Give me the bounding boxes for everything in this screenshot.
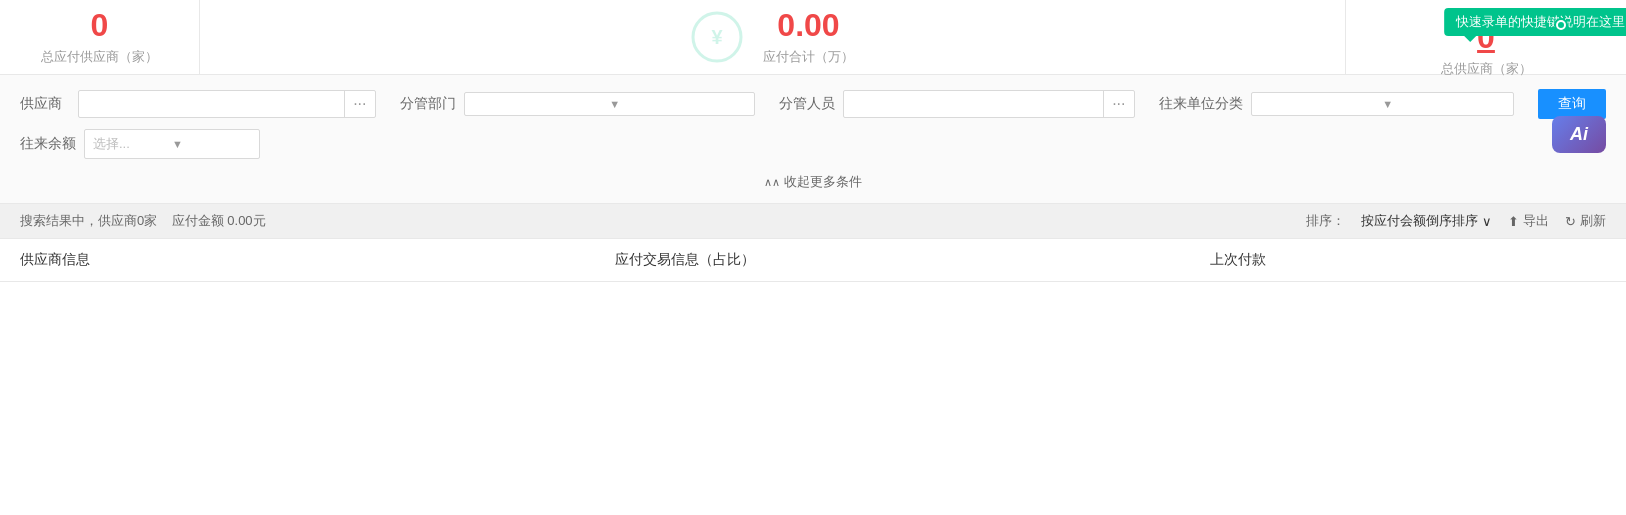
payable-icon: ¥ bbox=[691, 11, 743, 63]
export-button[interactable]: ⬆ 导出 bbox=[1508, 212, 1549, 230]
tooltip-indicator-dot bbox=[1556, 20, 1566, 30]
unit-category-filter: 往来单位分类 ▼ bbox=[1159, 92, 1515, 116]
collapse-up-icon: ∧∧ bbox=[764, 176, 780, 189]
unit-category-select[interactable]: ▼ bbox=[1251, 92, 1515, 116]
sort-value: 按应付会额倒序排序 bbox=[1361, 212, 1478, 230]
total-suppliers-stat: 快速录单的快捷键说明在这里 × 0 总供应商（家） bbox=[1346, 0, 1626, 74]
person-label: 分管人员 bbox=[779, 95, 835, 113]
tooltip-text: 快速录单的快捷键说明在这里 bbox=[1456, 13, 1625, 31]
result-summary: 搜索结果中，供应商0家 应付金额 0.00元 bbox=[20, 212, 266, 230]
table-header: 供应商信息 应付交易信息（占比） 上次付款 bbox=[0, 239, 1626, 282]
total-payable-suppliers-label: 总应付供应商（家） bbox=[41, 48, 158, 66]
person-input-wrapper: ··· bbox=[843, 90, 1135, 118]
total-payable-suppliers-stat: 0 总应付供应商（家） bbox=[0, 0, 200, 74]
balance-label: 往来余额 bbox=[20, 135, 76, 153]
balance-filter: 往来余额 选择... ▼ bbox=[20, 129, 260, 159]
balance-select-placeholder: 选择... bbox=[93, 135, 172, 153]
payable-total-label: 应付合计（万） bbox=[763, 48, 854, 66]
payable-total-stat: ¥ 0.00 应付合计（万） bbox=[200, 0, 1346, 74]
export-label: 导出 bbox=[1523, 212, 1549, 230]
result-bar: 搜索结果中，供应商0家 应付金额 0.00元 排序： 按应付会额倒序排序 ∨ ⬆… bbox=[0, 204, 1626, 239]
svg-text:¥: ¥ bbox=[711, 26, 723, 48]
filter-row-2: 往来余额 选择... ▼ bbox=[20, 129, 1606, 159]
supplier-input-wrapper: ··· bbox=[78, 90, 376, 118]
collapse-label: 收起更多条件 bbox=[784, 173, 862, 191]
department-label: 分管部门 bbox=[400, 95, 456, 113]
refresh-button[interactable]: ↻ 刷新 bbox=[1565, 212, 1606, 230]
shortcut-tooltip: 快速录单的快捷键说明在这里 × bbox=[1444, 8, 1626, 36]
col-payable-info-header: 应付交易信息（占比） bbox=[615, 251, 1210, 269]
collapse-button[interactable]: ∧∧ 收起更多条件 bbox=[748, 169, 878, 195]
department-arrow-icon: ▼ bbox=[609, 98, 746, 110]
person-dots-btn[interactable]: ··· bbox=[1103, 91, 1133, 117]
table-body bbox=[0, 282, 1626, 515]
result-bar-right: 排序： 按应付会额倒序排序 ∨ ⬆ 导出 ↻ 刷新 bbox=[1306, 212, 1606, 230]
col-last-payment-header: 上次付款 bbox=[1210, 251, 1607, 269]
filters-area: 供应商 ··· 分管部门 ▼ 分管人员 ··· 往来单位分 bbox=[0, 75, 1626, 204]
sort-label: 排序： bbox=[1306, 212, 1345, 230]
person-input[interactable] bbox=[844, 92, 1103, 117]
total-payable-suppliers-number: 0 bbox=[91, 8, 109, 43]
sort-select[interactable]: 按应付会额倒序排序 ∨ bbox=[1361, 212, 1492, 230]
col-supplier-info-header: 供应商信息 bbox=[20, 251, 615, 269]
supplier-label: 供应商 bbox=[20, 95, 70, 113]
balance-arrow-icon: ▼ bbox=[172, 138, 251, 150]
ai-badge-button[interactable]: Ai bbox=[1552, 116, 1606, 153]
filter-row-1: 供应商 ··· 分管部门 ▼ 分管人员 ··· 往来单位分 bbox=[20, 89, 1606, 119]
result-summary-text: 搜索结果中，供应商0家 bbox=[20, 213, 157, 228]
total-suppliers-label: 总供应商（家） bbox=[1441, 60, 1532, 78]
payable-total-number: 0.00 bbox=[777, 8, 839, 43]
result-amount-text: 应付金额 0.00元 bbox=[172, 213, 266, 228]
balance-select[interactable]: 选择... ▼ bbox=[84, 129, 260, 159]
person-filter: 分管人员 ··· bbox=[779, 90, 1135, 118]
refresh-label: 刷新 bbox=[1580, 212, 1606, 230]
sort-arrow-icon: ∨ bbox=[1482, 214, 1492, 229]
department-select[interactable]: ▼ bbox=[464, 92, 756, 116]
unit-category-label: 往来单位分类 bbox=[1159, 95, 1243, 113]
supplier-input[interactable] bbox=[79, 92, 344, 117]
unit-category-arrow-icon: ▼ bbox=[1382, 98, 1505, 110]
export-icon: ⬆ bbox=[1508, 214, 1519, 229]
department-filter: 分管部门 ▼ bbox=[400, 92, 756, 116]
supplier-dots-btn[interactable]: ··· bbox=[344, 91, 374, 117]
query-button[interactable]: 查询 bbox=[1538, 89, 1606, 119]
supplier-filter: 供应商 ··· bbox=[20, 90, 376, 118]
refresh-icon: ↻ bbox=[1565, 214, 1576, 229]
